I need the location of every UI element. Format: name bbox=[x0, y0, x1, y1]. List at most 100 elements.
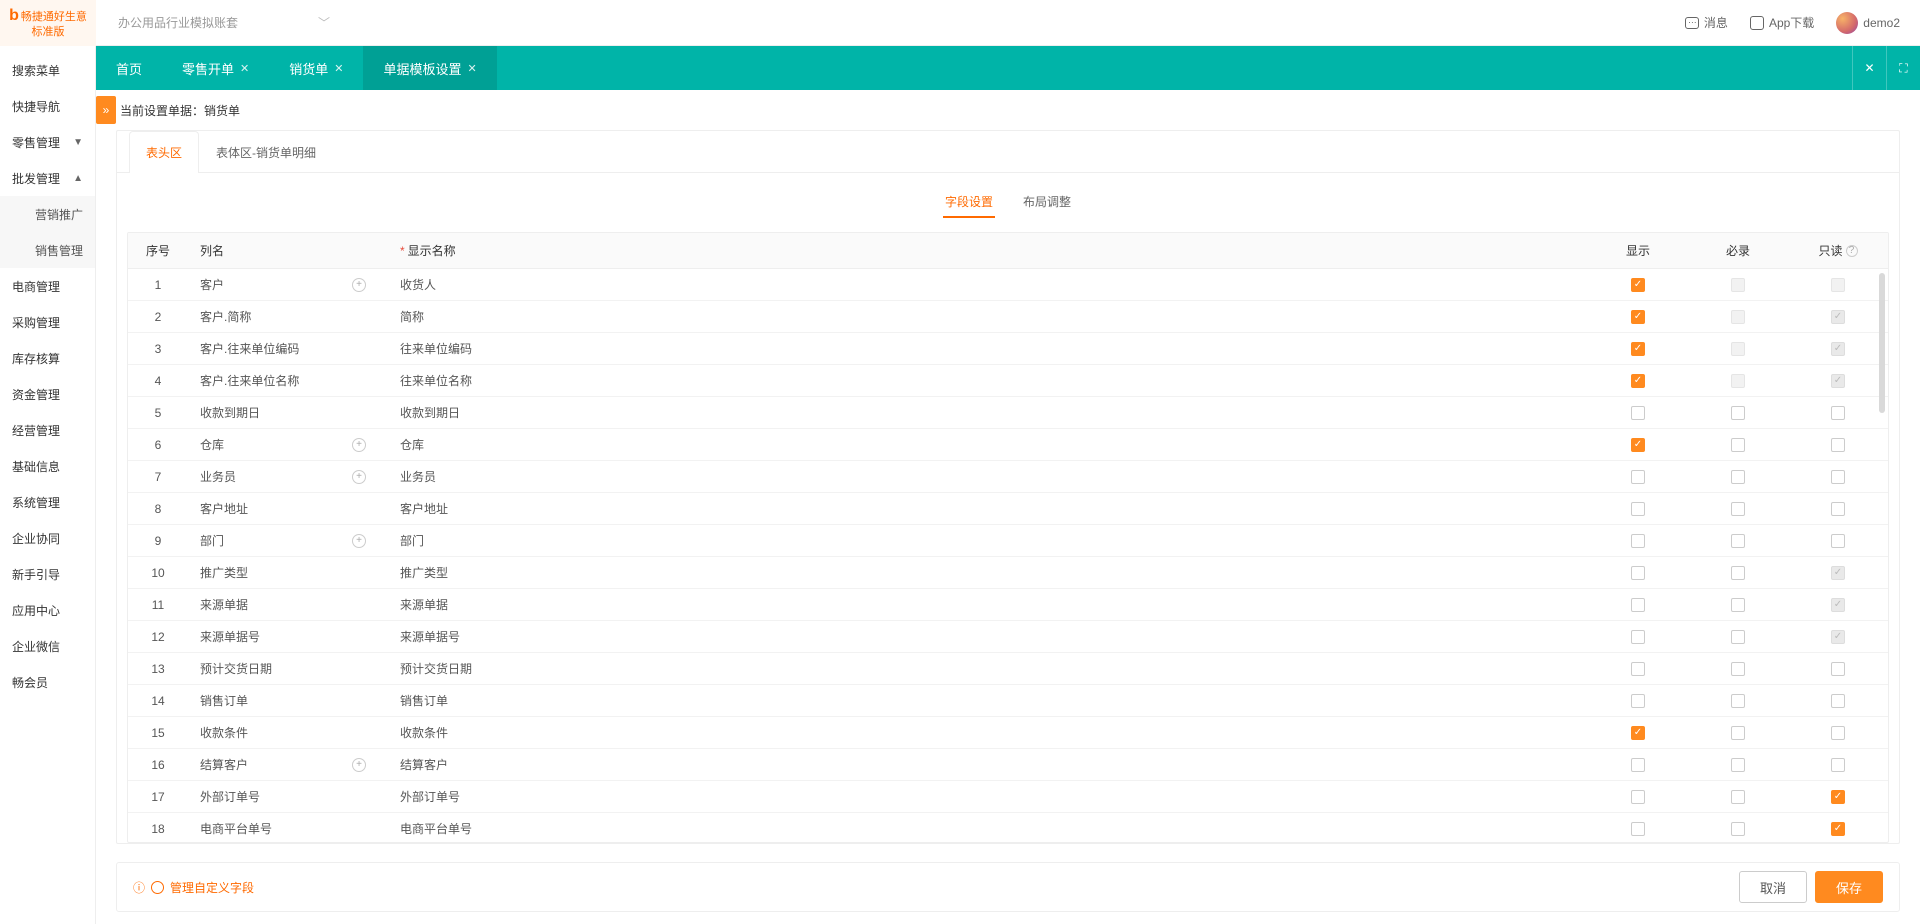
checkbox[interactable] bbox=[1631, 406, 1645, 420]
checkbox[interactable] bbox=[1631, 694, 1645, 708]
checkbox[interactable] bbox=[1631, 758, 1645, 772]
cell-display[interactable]: 来源单据 bbox=[388, 589, 1588, 620]
cell-display[interactable]: 往来单位名称 bbox=[388, 365, 1588, 396]
cell-display[interactable]: 外部订单号 bbox=[388, 781, 1588, 812]
cell-display[interactable]: 往来单位编码 bbox=[388, 333, 1588, 364]
sidebar-item[interactable]: 新手引导 bbox=[0, 556, 95, 592]
org-dropdown[interactable]: 办公用品行业模拟账套 ﹀ bbox=[118, 14, 330, 31]
sidebar-item[interactable]: 企业微信 bbox=[0, 628, 95, 664]
checkbox[interactable] bbox=[1731, 534, 1745, 548]
close-icon[interactable]: ✕ bbox=[468, 62, 477, 75]
sidebar-item[interactable]: 电商管理 bbox=[0, 268, 95, 304]
plus-icon[interactable]: + bbox=[352, 758, 366, 772]
checkbox[interactable] bbox=[1731, 726, 1745, 740]
checkbox[interactable] bbox=[1831, 822, 1845, 836]
checkbox[interactable] bbox=[1631, 342, 1645, 356]
checkbox[interactable] bbox=[1631, 598, 1645, 612]
checkbox[interactable] bbox=[1631, 534, 1645, 548]
sidebar-item[interactable]: 库存核算 bbox=[0, 340, 95, 376]
checkbox[interactable] bbox=[1731, 758, 1745, 772]
checkbox[interactable] bbox=[1831, 534, 1845, 548]
checkbox[interactable] bbox=[1731, 822, 1745, 836]
fullscreen-button[interactable]: ⛶ bbox=[1886, 46, 1920, 90]
checkbox[interactable] bbox=[1731, 470, 1745, 484]
tab[interactable]: 销货单✕ bbox=[269, 46, 363, 90]
checkbox[interactable] bbox=[1631, 502, 1645, 516]
checkbox[interactable] bbox=[1831, 502, 1845, 516]
sidebar-subitem[interactable]: 销售管理 bbox=[0, 232, 95, 268]
checkbox[interactable] bbox=[1631, 278, 1645, 292]
checkbox[interactable] bbox=[1731, 630, 1745, 644]
sidebar-item[interactable]: 批发管理▲ bbox=[0, 160, 95, 196]
plus-icon[interactable]: + bbox=[352, 534, 366, 548]
panel-tab[interactable]: 表体区-销货单明细 bbox=[199, 131, 333, 173]
cell-display[interactable]: 销售订单 bbox=[388, 685, 1588, 716]
sidebar-item[interactable]: 零售管理▼ bbox=[0, 124, 95, 160]
tab[interactable]: 首页 bbox=[96, 46, 162, 90]
checkbox[interactable] bbox=[1831, 662, 1845, 676]
cell-display[interactable]: 仓库 bbox=[388, 429, 1588, 460]
cell-display[interactable]: 业务员 bbox=[388, 461, 1588, 492]
checkbox[interactable] bbox=[1831, 726, 1845, 740]
user-menu[interactable]: demo2 bbox=[1836, 12, 1900, 34]
checkbox[interactable] bbox=[1831, 758, 1845, 772]
scrollbar-track[interactable] bbox=[1879, 273, 1885, 838]
cell-display[interactable]: 客户地址 bbox=[388, 493, 1588, 524]
sidebar-item[interactable]: 搜索菜单 bbox=[0, 52, 95, 88]
checkbox[interactable] bbox=[1731, 662, 1745, 676]
close-icon[interactable]: ✕ bbox=[334, 62, 343, 75]
close-all-tabs-button[interactable]: ✕ bbox=[1852, 46, 1886, 90]
sidebar-subitem[interactable]: 营销推广 bbox=[0, 196, 95, 232]
cell-display[interactable]: 预计交货日期 bbox=[388, 653, 1588, 684]
checkbox[interactable] bbox=[1631, 438, 1645, 452]
checkbox[interactable] bbox=[1631, 374, 1645, 388]
sidebar-item[interactable]: 基础信息 bbox=[0, 448, 95, 484]
checkbox[interactable] bbox=[1731, 406, 1745, 420]
sidebar-item[interactable]: 经营管理 bbox=[0, 412, 95, 448]
sidebar-item[interactable]: 快捷导航 bbox=[0, 88, 95, 124]
checkbox[interactable] bbox=[1631, 822, 1645, 836]
cell-display[interactable]: 结算客户 bbox=[388, 749, 1588, 780]
sub-tab[interactable]: 布局调整 bbox=[1021, 187, 1073, 218]
checkbox[interactable] bbox=[1831, 694, 1845, 708]
checkbox[interactable] bbox=[1631, 726, 1645, 740]
cell-display[interactable]: 收款到期日 bbox=[388, 397, 1588, 428]
expand-handle-icon[interactable]: » bbox=[96, 96, 116, 124]
scrollbar-thumb[interactable] bbox=[1879, 273, 1885, 413]
sidebar-item[interactable]: 系统管理 bbox=[0, 484, 95, 520]
cell-display[interactable]: 收款条件 bbox=[388, 717, 1588, 748]
checkbox[interactable] bbox=[1831, 406, 1845, 420]
sidebar-item[interactable]: 采购管理 bbox=[0, 304, 95, 340]
cell-display[interactable]: 部门 bbox=[388, 525, 1588, 556]
checkbox[interactable] bbox=[1831, 470, 1845, 484]
checkbox[interactable] bbox=[1831, 438, 1845, 452]
close-icon[interactable]: ✕ bbox=[240, 62, 249, 75]
cell-display[interactable]: 收货人 bbox=[388, 269, 1588, 300]
checkbox[interactable] bbox=[1731, 438, 1745, 452]
checkbox[interactable] bbox=[1731, 598, 1745, 612]
manage-custom-fields-link[interactable]: ⓘ 管理自定义字段 bbox=[133, 879, 254, 896]
checkbox[interactable] bbox=[1631, 566, 1645, 580]
app-download-button[interactable]: App下载 bbox=[1750, 14, 1814, 31]
checkbox[interactable] bbox=[1831, 790, 1845, 804]
messages-button[interactable]: 消息 bbox=[1685, 14, 1728, 31]
cell-display[interactable]: 电商平台单号 bbox=[388, 813, 1588, 842]
plus-icon[interactable]: + bbox=[352, 438, 366, 452]
checkbox[interactable] bbox=[1631, 470, 1645, 484]
plus-icon[interactable]: + bbox=[352, 278, 366, 292]
checkbox[interactable] bbox=[1631, 630, 1645, 644]
plus-icon[interactable]: + bbox=[352, 470, 366, 484]
panel-tab[interactable]: 表头区 bbox=[129, 131, 199, 173]
checkbox[interactable] bbox=[1631, 790, 1645, 804]
sub-tab[interactable]: 字段设置 bbox=[943, 187, 995, 218]
tab[interactable]: 单据模板设置✕ bbox=[363, 46, 496, 90]
cancel-button[interactable]: 取消 bbox=[1739, 871, 1807, 903]
checkbox[interactable] bbox=[1731, 502, 1745, 516]
sidebar-item[interactable]: 企业协同 bbox=[0, 520, 95, 556]
checkbox[interactable] bbox=[1731, 790, 1745, 804]
checkbox[interactable] bbox=[1631, 662, 1645, 676]
cell-display[interactable]: 来源单据号 bbox=[388, 621, 1588, 652]
cell-display[interactable]: 简称 bbox=[388, 301, 1588, 332]
cell-display[interactable]: 推广类型 bbox=[388, 557, 1588, 588]
sidebar-item[interactable]: 畅会员 bbox=[0, 664, 95, 700]
